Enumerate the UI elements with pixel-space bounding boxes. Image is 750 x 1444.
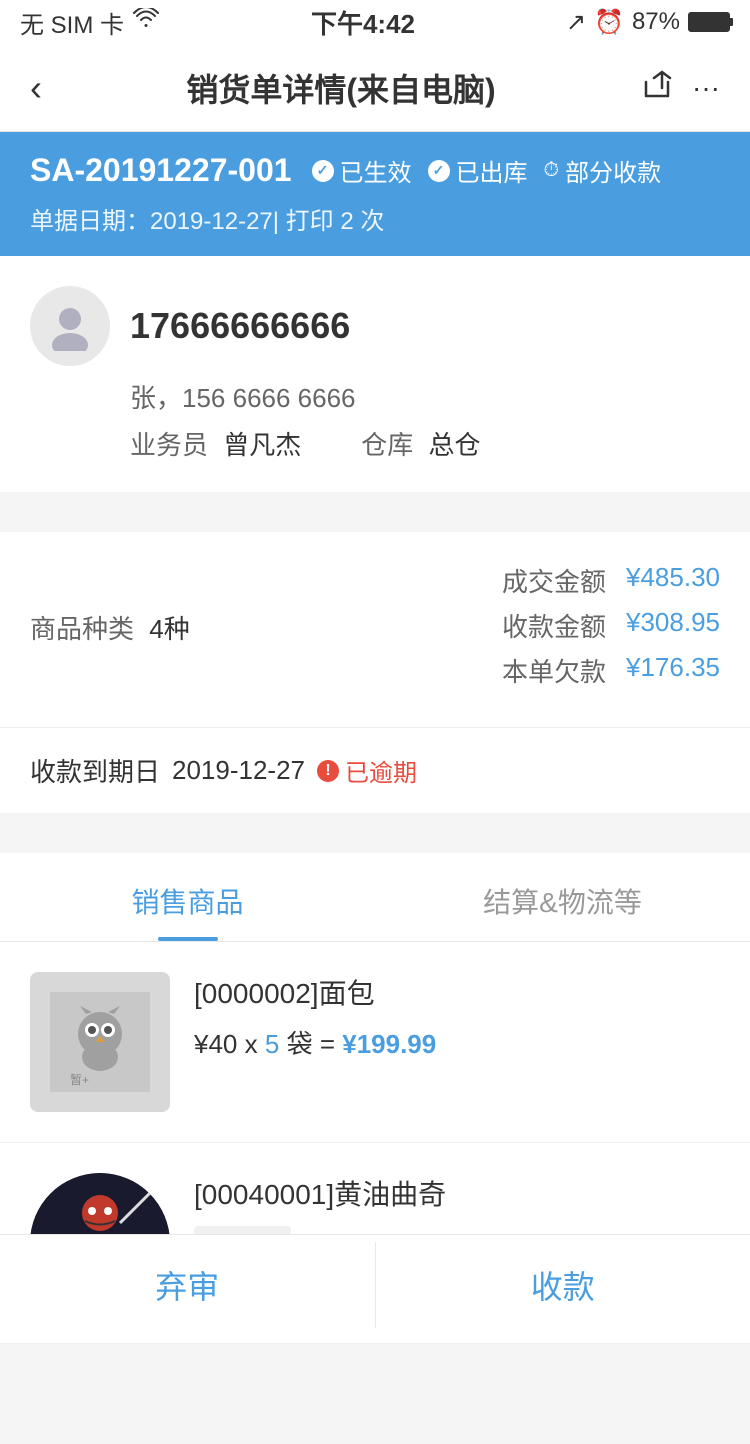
- badge-shipped: ✓ 已出库: [428, 153, 528, 188]
- location-icon: ↗: [566, 8, 586, 37]
- order-header-top: SA-20191227-001 ✓ 已生效 ✓ 已出库 ⏱ 部分收款: [30, 152, 720, 189]
- order-date-line: 单据日期：2019-12-27| 打印 2 次: [30, 201, 720, 236]
- deal-amount-value: ¥485.30: [626, 562, 720, 599]
- stats-left: 商品种类 4种: [30, 609, 190, 650]
- sales-label: 业务员: [130, 430, 208, 460]
- list-item: 暂+ [0000002]面包 ¥40 x 5 袋 = ¥199.99: [0, 942, 750, 1143]
- product-title-bread: [0000002]面包: [194, 972, 720, 1012]
- carrier-text: 无 SIM 卡: [20, 5, 124, 40]
- abandon-review-button[interactable]: 弃审: [0, 1242, 376, 1328]
- print-count: | 打印 2 次: [273, 208, 385, 235]
- product-type-label: 商品种类: [30, 614, 134, 644]
- status-badges: ✓ 已生效 ✓ 已出库 ⏱ 部分收款: [312, 153, 662, 188]
- due-section: 收款到期日 2019-12-27 ! 已逾期: [0, 728, 750, 813]
- effective-icon: ✓: [312, 160, 334, 182]
- status-bar: 无 SIM 卡 下午4:42 ↗ ⏰ 87%: [0, 0, 750, 44]
- avatar: [30, 286, 110, 366]
- battery-icon: [688, 12, 730, 32]
- badge-partial: ⏱ 部分收款: [544, 153, 662, 188]
- overdue-dot-icon: !: [317, 760, 339, 782]
- order-header: SA-20191227-001 ✓ 已生效 ✓ 已出库 ⏱ 部分收款 单据日期：…: [0, 132, 750, 256]
- unit-bread: 袋: [287, 1029, 313, 1059]
- customer-phone: 17666666666: [130, 305, 350, 347]
- product-price-bread: ¥40 x 5 袋 = ¥199.99: [194, 1024, 720, 1061]
- product-title-cookie: [00040001]黄油曲奇: [194, 1173, 720, 1213]
- price-bread: ¥40: [194, 1029, 237, 1059]
- status-left: 无 SIM 卡: [20, 5, 160, 40]
- total-bread: ¥199.99: [342, 1029, 436, 1059]
- received-value: ¥308.95: [626, 607, 720, 644]
- sales-info: 业务员 曾凡杰: [130, 425, 301, 462]
- tabs-row: 销售商品 结算&物流等: [0, 853, 750, 942]
- owed-row: 本单欠款 ¥176.35: [502, 652, 720, 689]
- more-button[interactable]: ···: [692, 72, 720, 104]
- bottom-bar: 弃审 收款: [0, 1234, 750, 1334]
- nav-bar: ‹ 销货单详情(来自电脑) ···: [0, 44, 750, 132]
- status-time: 下午4:42: [311, 4, 415, 41]
- warehouse-label: 仓库: [361, 430, 413, 460]
- tab-settlement[interactable]: 结算&物流等: [375, 853, 750, 941]
- overdue-badge: ! 已逾期: [317, 753, 417, 788]
- sep1: [0, 512, 750, 532]
- qty-bread: 5: [265, 1029, 279, 1059]
- owed-value: ¥176.35: [626, 652, 720, 689]
- nav-actions: ···: [640, 68, 720, 107]
- alarm-icon: ⏰: [594, 8, 624, 37]
- page-title: 销货单详情(来自电脑): [186, 65, 495, 111]
- sales-name: 曾凡杰: [223, 430, 301, 460]
- due-label: 收款到期日: [30, 752, 160, 789]
- svg-text:暂+: 暂+: [70, 1073, 89, 1087]
- tab-sales-products[interactable]: 销售商品: [0, 853, 375, 941]
- badge-effective: ✓ 已生效: [312, 153, 412, 188]
- received-label: 收款金额: [502, 607, 606, 644]
- product-type-row: 商品种类 4种: [30, 609, 190, 646]
- received-row: 收款金额 ¥308.95: [502, 607, 720, 644]
- due-date: 2019-12-27: [172, 755, 305, 786]
- order-id: SA-20191227-001: [30, 152, 292, 189]
- customer-section: 17666666666 张，156 6666 6666 业务员 曾凡杰 仓库 总…: [0, 256, 750, 492]
- wifi-icon: [132, 8, 160, 37]
- warehouse-name: 总仓: [429, 430, 481, 460]
- customer-contact: 张，156 6666 6666: [130, 378, 720, 415]
- deal-amount-row: 成交金额 ¥485.30: [502, 562, 720, 599]
- warehouse-info: 仓库 总仓: [361, 425, 480, 462]
- stats-right: 成交金额 ¥485.30 收款金额 ¥308.95 本单欠款 ¥176.35: [502, 562, 720, 697]
- product-type-value: 4种: [149, 614, 189, 644]
- collect-payment-button[interactable]: 收款: [376, 1242, 750, 1328]
- sep2: [0, 833, 750, 853]
- order-date: 2019-12-27: [150, 208, 273, 235]
- customer-meta: 业务员 曾凡杰 仓库 总仓: [130, 425, 720, 462]
- owed-label: 本单欠款: [502, 652, 606, 689]
- battery-text: 87%: [632, 8, 680, 36]
- product-thumbnail-bread: 暂+: [30, 972, 170, 1112]
- stats-section: 商品种类 4种 成交金额 ¥485.30 收款金额 ¥308.95 本单欠款 ¥…: [0, 532, 750, 728]
- overdue-text: 已逾期: [345, 753, 417, 788]
- product-info-bread: [0000002]面包 ¥40 x 5 袋 = ¥199.99: [194, 972, 720, 1112]
- tabs-section: 销售商品 结算&物流等: [0, 853, 750, 942]
- deal-amount-label: 成交金额: [502, 562, 606, 599]
- back-button[interactable]: ‹: [30, 67, 42, 109]
- status-right: ↗ ⏰ 87%: [566, 8, 730, 37]
- shipped-icon: ✓: [428, 160, 450, 182]
- customer-row: 17666666666: [30, 286, 720, 366]
- date-label: 单据日期：: [30, 208, 150, 235]
- share-button[interactable]: [640, 68, 672, 107]
